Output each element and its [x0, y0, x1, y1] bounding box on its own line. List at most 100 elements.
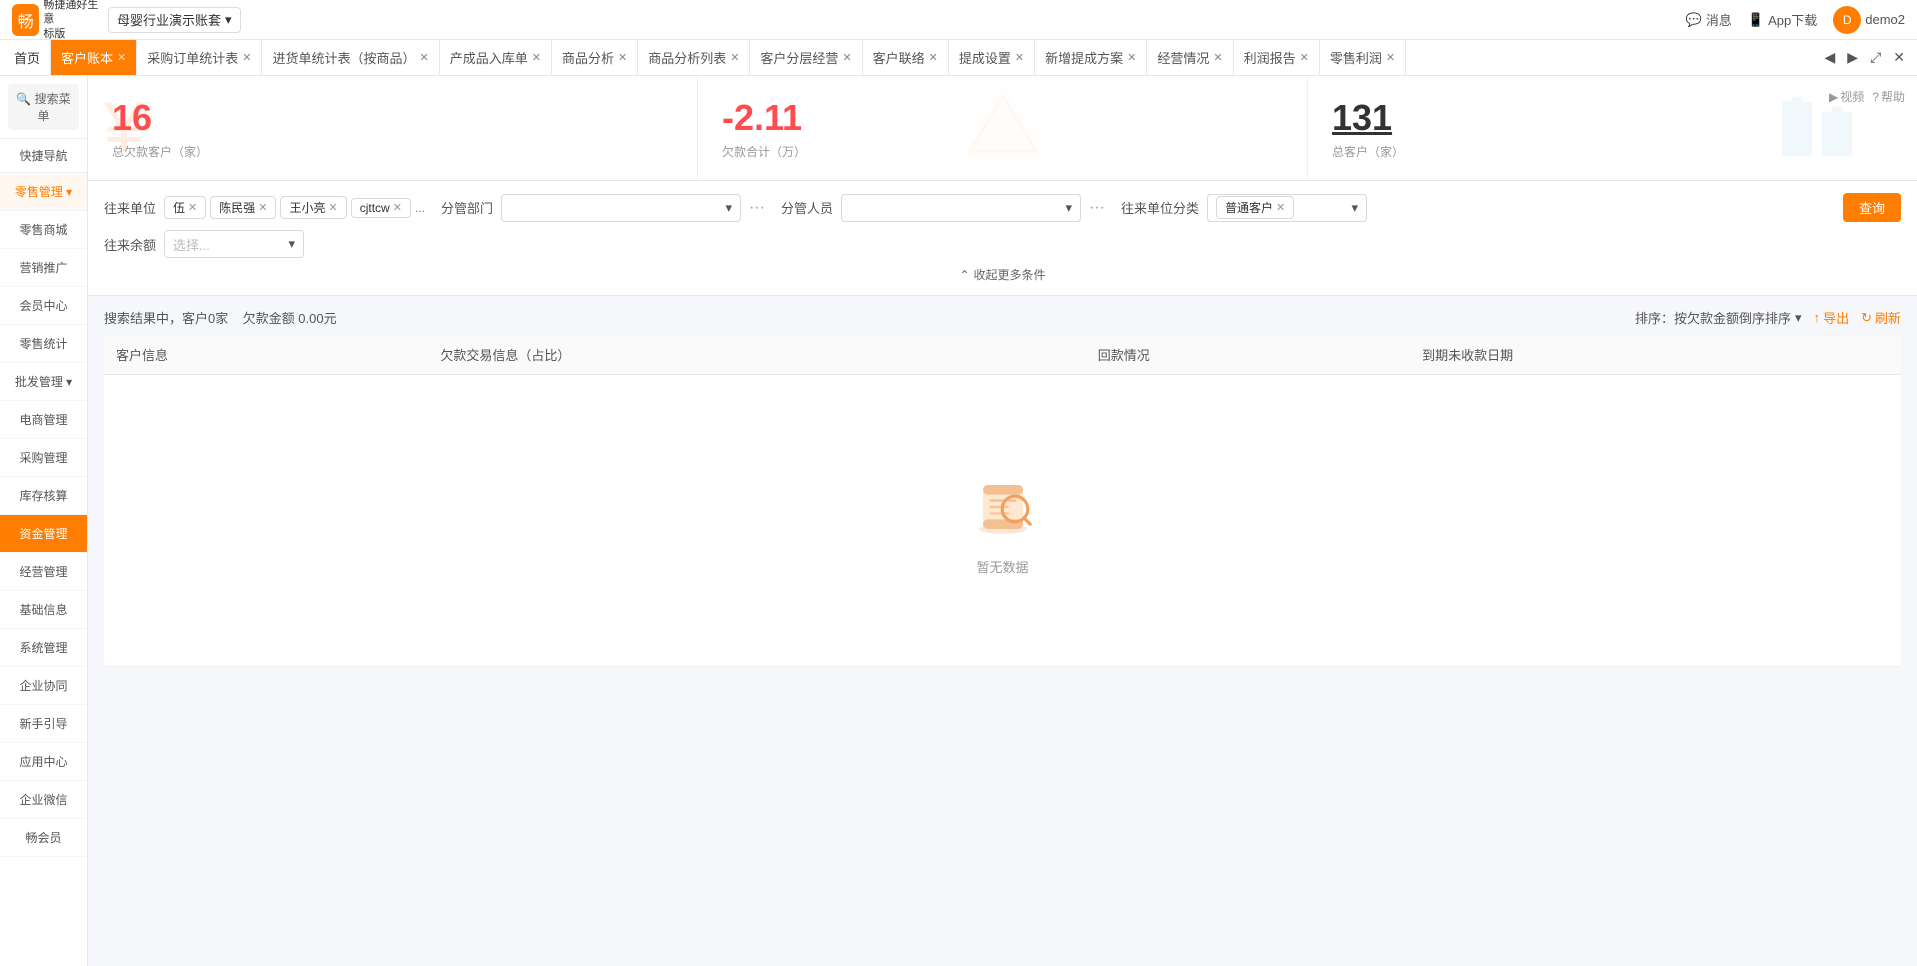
close-tab-operation[interactable]: ✕: [1213, 51, 1222, 64]
sort-label: 排序：按欠款金额倒序排序: [1635, 308, 1791, 327]
sidebar-item-app-center[interactable]: 应用中心: [0, 743, 87, 781]
close-tab-goods[interactable]: ✕: [618, 51, 627, 64]
tab-new-promotion[interactable]: 新增提成方案 ✕: [1035, 40, 1147, 75]
workspace-selector[interactable]: 母婴行业演示账套 ▾: [108, 7, 241, 33]
remove-tag-cjttcw[interactable]: ✕: [393, 201, 402, 214]
sidebar-item-marketing[interactable]: 营销推广: [0, 249, 87, 287]
sidebar-item-enterprise-wechat[interactable]: 企业微信: [0, 781, 87, 819]
tab-retail-profit[interactable]: 零售利润 ✕: [1320, 40, 1406, 75]
sidebar-item-ecommerce-mgmt[interactable]: 电商管理: [0, 401, 87, 439]
close-tab-new-promotion[interactable]: ✕: [1127, 51, 1136, 64]
tab-customer-contact[interactable]: 客户联络 ✕: [863, 40, 949, 75]
close-tab-promotion[interactable]: ✕: [1015, 51, 1024, 64]
person-more-button[interactable]: ···: [1089, 199, 1105, 217]
unit-filter-label: 往来单位: [104, 198, 156, 217]
sidebar-item-enterprise-collab[interactable]: 企业协同: [0, 667, 87, 705]
refresh-button[interactable]: ↻ 刷新: [1861, 308, 1901, 327]
message-button[interactable]: 💬 消息: [1686, 10, 1732, 29]
close-tab-customer-accounts[interactable]: ✕: [117, 51, 126, 64]
stat-label-customers: 总客户（家）: [1332, 143, 1404, 160]
nav-close-all-button[interactable]: ✕: [1889, 47, 1909, 68]
unit-tag-cjttcw[interactable]: cjttcw ✕: [351, 198, 411, 218]
person-select[interactable]: ▾: [841, 194, 1081, 222]
tab-purchase-order-stat[interactable]: 采购订单统计表 ✕: [137, 40, 262, 75]
tab-goods-analysis-list[interactable]: 商品分析列表 ✕: [638, 40, 750, 75]
sidebar-item-finance-mgmt[interactable]: 资金管理: [0, 515, 87, 553]
nav-expand-button[interactable]: ⤢: [1866, 47, 1885, 68]
unit-tag-chen[interactable]: 陈民强 ✕: [210, 196, 276, 219]
export-button[interactable]: ↑ 导出: [1814, 308, 1850, 327]
export-icon: ↑: [1814, 310, 1821, 325]
collapse-filter-button[interactable]: ⌃ 收起更多条件: [104, 266, 1901, 283]
search-menu-button[interactable]: 🔍 搜索菜单: [8, 84, 79, 130]
dept-more-button[interactable]: ···: [749, 199, 765, 217]
close-tab-profit[interactable]: ✕: [1300, 51, 1309, 64]
tab-product-inbound[interactable]: 产成品入库单 ✕: [440, 40, 552, 75]
remove-tag-wang[interactable]: ✕: [329, 201, 338, 214]
close-tab-contact[interactable]: ✕: [929, 51, 938, 64]
remove-unit-type-tag[interactable]: ✕: [1276, 201, 1285, 214]
sidebar-item-retail-mgmt[interactable]: 零售管理 ▾: [0, 173, 87, 211]
sidebar-item-new-guide[interactable]: 新手引导: [0, 705, 87, 743]
sidebar-item-purchase-mgmt[interactable]: 采购管理: [0, 439, 87, 477]
top-right-area: 💬 消息 📱 App下载 D demo2: [1686, 6, 1905, 34]
app-download-button[interactable]: 📱 App下载: [1748, 10, 1817, 29]
close-tab-tier[interactable]: ✕: [842, 51, 851, 64]
sidebar-item-basic-info[interactable]: 基础信息: [0, 591, 87, 629]
logo-area: 畅 畅捷通好生意 标版: [12, 0, 100, 41]
col-repayment: 回款情况: [1086, 335, 1410, 375]
tab-operation-status[interactable]: 经营情况 ✕: [1147, 40, 1233, 75]
table-toolbar: 搜索结果中，客户0家 欠款金额 0.00元 排序：按欠款金额倒序排序 ▾ ↑ 导…: [104, 308, 1901, 327]
sidebar-item-wholesale-mgmt[interactable]: 批发管理 ▾: [0, 363, 87, 401]
tab-goods-analysis[interactable]: 商品分析 ✕: [552, 40, 638, 75]
unit-tag-wu[interactable]: 伍 ✕: [164, 196, 206, 219]
empty-icon: [963, 465, 1043, 545]
col-debt-info: 欠款交易信息（占比）: [428, 335, 1085, 375]
filter-row-2: 往来余额 选择... ▾: [104, 230, 1901, 258]
remove-tag-chen[interactable]: ✕: [258, 201, 267, 214]
tab-customer-tier[interactable]: 客户分层经营 ✕: [750, 40, 862, 75]
nav-prev-button[interactable]: ◀: [1821, 47, 1840, 68]
more-tags-button[interactable]: ...: [415, 201, 425, 215]
stat-number-credit: 16: [112, 96, 152, 139]
sidebar-item-system-mgmt[interactable]: 系统管理: [0, 629, 87, 667]
close-tab-inbound[interactable]: ✕: [420, 51, 429, 64]
empty-state-row: 暂无数据: [104, 375, 1901, 667]
user-menu[interactable]: D demo2: [1833, 6, 1905, 34]
unit-type-tag[interactable]: 普通客户 ✕: [1216, 196, 1294, 219]
nav-next-button[interactable]: ▶: [1843, 47, 1862, 68]
refresh-icon: ↻: [1861, 310, 1872, 326]
close-tab-retail-profit[interactable]: ✕: [1386, 51, 1395, 64]
close-tab-product[interactable]: ✕: [532, 51, 541, 64]
dept-filter-label: 分管部门: [441, 198, 493, 217]
tab-promotion-settings[interactable]: 提成设置 ✕: [949, 40, 1035, 75]
message-icon: 💬: [1686, 12, 1702, 28]
sidebar-item-member-center[interactable]: 会员中心: [0, 287, 87, 325]
unit-type-select[interactable]: 普通客户 ✕ ▾: [1207, 194, 1367, 222]
query-button[interactable]: 查询: [1843, 193, 1901, 222]
sidebar-item-vip-member[interactable]: 畅会员: [0, 819, 87, 857]
sidebar-item-inventory-check[interactable]: 库存核算: [0, 477, 87, 515]
sidebar-item-operation-mgmt[interactable]: 经营管理: [0, 553, 87, 591]
close-tab-purchase[interactable]: ✕: [242, 51, 251, 64]
sort-select[interactable]: 排序：按欠款金额倒序排序 ▾: [1635, 308, 1802, 327]
tab-inbound-stat[interactable]: 进货单统计表（按商品） ✕: [262, 40, 439, 75]
video-icon: ▶: [1829, 90, 1838, 104]
tab-profit-report[interactable]: 利润报告 ✕: [1234, 40, 1320, 75]
tab-home[interactable]: 首页: [4, 40, 51, 75]
video-help-button[interactable]: ▶ 视频: [1829, 88, 1864, 105]
sidebar-item-retail-mall[interactable]: 零售商城: [0, 211, 87, 249]
remove-tag-wu[interactable]: ✕: [188, 201, 197, 214]
help-button[interactable]: ? 帮助: [1872, 88, 1905, 105]
sidebar-search-area: 🔍 搜索菜单: [0, 76, 87, 139]
table-actions: 排序：按欠款金额倒序排序 ▾ ↑ 导出 ↻ 刷新: [1635, 308, 1901, 327]
sidebar-quick-nav[interactable]: 快捷导航: [0, 139, 87, 173]
table-body: 暂无数据: [104, 375, 1901, 667]
tab-customer-accounts[interactable]: 客户账本 ✕: [51, 40, 137, 75]
unit-tag-wang[interactable]: 王小亮 ✕: [280, 196, 346, 219]
close-tab-goods-list[interactable]: ✕: [730, 51, 739, 64]
sidebar-item-retail-stats[interactable]: 零售统计: [0, 325, 87, 363]
balance-select[interactable]: 选择... ▾: [164, 230, 304, 258]
dept-select[interactable]: ▾: [501, 194, 741, 222]
table-header-row: 客户信息 欠款交易信息（占比） 回款情况 到期未收款日期: [104, 335, 1901, 375]
